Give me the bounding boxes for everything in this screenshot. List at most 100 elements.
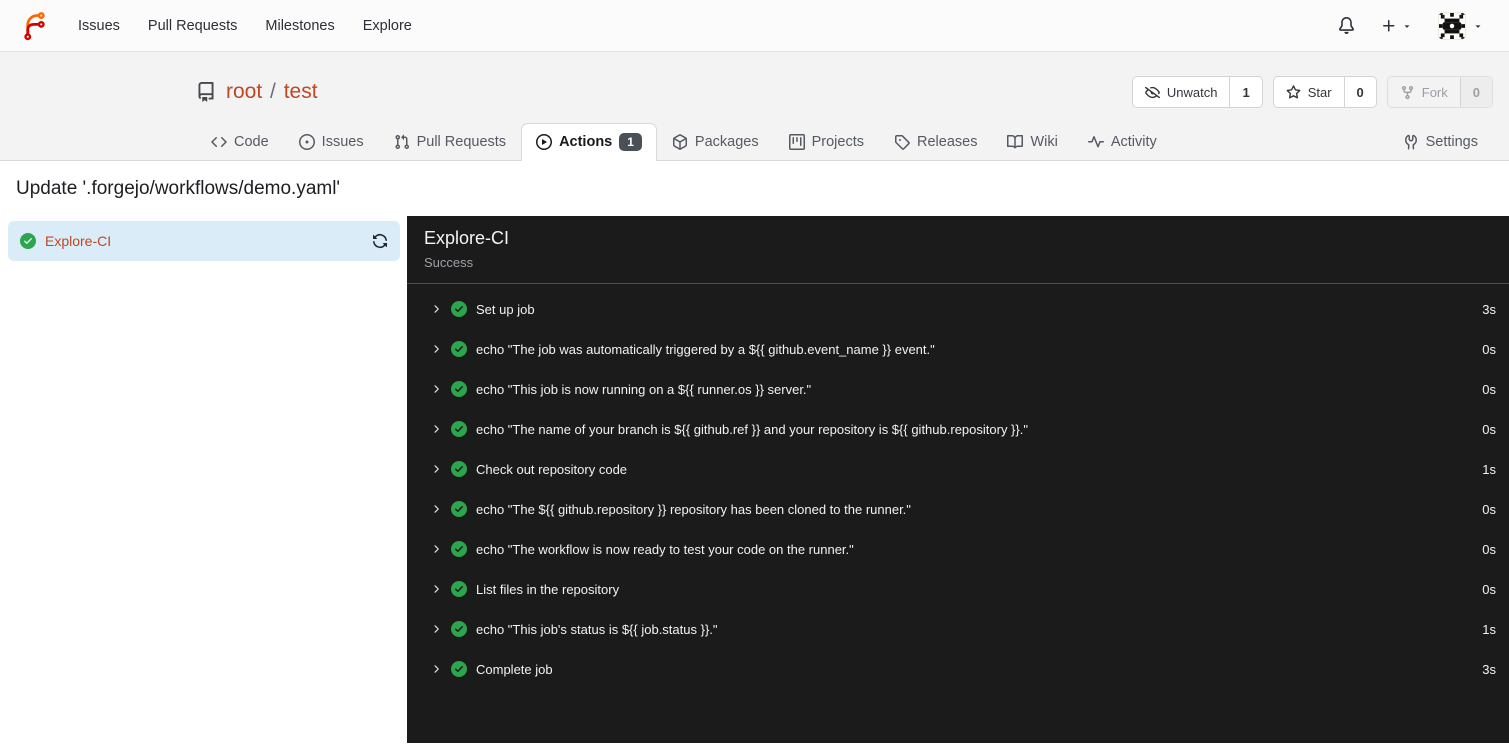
run-title: Update '.forgejo/workflows/demo.yaml' (16, 178, 341, 199)
chevron-down-icon (1475, 24, 1481, 28)
book-icon (1007, 134, 1024, 149)
check-circle-icon (451, 621, 467, 637)
run-title-section: Update '.forgejo/workflows/demo.yaml' (0, 161, 1509, 216)
stars-count[interactable]: 0 (1343, 77, 1376, 107)
step-row[interactable]: Complete job 3s (407, 649, 1509, 689)
tab-actions[interactable]: Actions 1 (521, 123, 657, 161)
plus-icon (1383, 19, 1395, 31)
fork-icon (1401, 85, 1413, 99)
tab-packages[interactable]: Packages (657, 123, 774, 160)
log-job-title: Explore-CI (424, 228, 510, 248)
nav-link-pull-requests[interactable]: Pull Requests (134, 0, 251, 52)
tab-wiki[interactable]: Wiki (992, 123, 1072, 160)
repo-owner-link[interactable]: root (226, 80, 262, 103)
step-row[interactable]: echo "This job is now running on a ${{ r… (407, 369, 1509, 409)
watchers-count[interactable]: 1 (1229, 77, 1261, 107)
repo-name-link[interactable]: test (284, 80, 318, 103)
step-duration: 1s (1482, 461, 1496, 477)
notifications-bell-icon[interactable] (1328, 9, 1365, 42)
nav-right (1328, 4, 1493, 48)
chevron-right-icon (434, 425, 439, 433)
pulse-icon (1087, 136, 1104, 148)
nav-link-milestones[interactable]: Milestones (251, 0, 348, 52)
steps-list: Set up job 3s echo "The job was automati… (407, 284, 1509, 689)
create-new-dropdown[interactable] (1371, 10, 1422, 42)
tab-code[interactable]: Code (196, 123, 284, 160)
step-row[interactable]: echo "The ${{ github.repository }} repos… (407, 489, 1509, 529)
log-header: Explore-CI Success (407, 216, 1509, 284)
check-circle-icon (451, 341, 467, 357)
star-button[interactable]: Star (1274, 77, 1344, 107)
forgejo-logo-icon[interactable] (20, 11, 50, 41)
chevron-right-icon (434, 585, 439, 593)
check-circle-icon (451, 461, 467, 477)
chevron-right-icon (434, 465, 439, 473)
repo-icon (196, 82, 216, 102)
job-name: Explore-CI (45, 233, 112, 249)
tab-projects[interactable]: Projects (774, 123, 879, 160)
step-row[interactable]: echo "The workflow is now ready to test … (407, 529, 1509, 569)
star-icon (1286, 84, 1301, 99)
step-duration: 0s (1482, 501, 1496, 517)
fork-button-group: Fork 0 (1386, 76, 1493, 108)
step-name: echo "The job was automatically triggere… (476, 341, 935, 357)
nav-link-explore[interactable]: Explore (349, 0, 426, 52)
nav-link-issues[interactable]: Issues (64, 0, 134, 52)
repo-action-buttons: Unwatch 1 Star 0 Fork 0 (1131, 76, 1493, 108)
avatar (1438, 11, 1466, 40)
job-item-explore-ci[interactable]: Explore-CI (8, 221, 400, 261)
top-navbar: Issues Pull Requests Milestones Explore (0, 0, 1509, 52)
user-menu-dropdown[interactable] (1428, 4, 1493, 48)
tab-issues[interactable]: Issues (284, 123, 379, 160)
tools-icon (1404, 134, 1417, 150)
step-duration: 0s (1482, 541, 1496, 557)
log-job-status: Success (424, 255, 474, 270)
tab-releases[interactable]: Releases (879, 123, 992, 160)
star-button-group: Star 0 (1272, 76, 1377, 108)
step-duration: 0s (1482, 581, 1496, 597)
step-name: Set up job (476, 301, 535, 317)
repo-tabs: Code Issues Pull Requests Actions 1 Pack… (0, 122, 1509, 161)
project-board-icon (788, 134, 805, 150)
tab-activity[interactable]: Activity (1073, 123, 1172, 160)
forks-count: 0 (1459, 77, 1492, 107)
unwatch-button-group: Unwatch 1 (1131, 76, 1263, 108)
step-name: Check out repository code (476, 461, 628, 477)
repo-header: root / test Unwatch 1 Star 0 Fork 0 Code… (0, 52, 1509, 161)
step-name: echo "The workflow is now ready to test … (476, 541, 854, 557)
chevron-right-icon (434, 305, 439, 313)
unwatch-button[interactable]: Unwatch (1133, 77, 1230, 107)
step-row[interactable]: echo "The name of your branch is ${{ git… (407, 409, 1509, 449)
step-row[interactable]: Set up job 3s (407, 289, 1509, 329)
job-sidebar: Explore-CI (0, 216, 407, 743)
step-row[interactable]: List files in the repository 0s (407, 569, 1509, 609)
chevron-down-icon (1404, 24, 1410, 28)
eye-closed-icon (1144, 86, 1160, 98)
check-circle-icon (451, 501, 467, 517)
check-circle-icon (451, 581, 467, 597)
step-duration: 0s (1482, 381, 1496, 397)
step-name: Complete job (476, 661, 553, 677)
tab-pull-requests[interactable]: Pull Requests (379, 123, 521, 160)
tag-icon (895, 135, 910, 150)
step-name: echo "The ${{ github.repository }} repos… (476, 501, 911, 517)
chevron-right-icon (434, 545, 439, 553)
step-row[interactable]: echo "This job's status is ${{ job.statu… (407, 609, 1509, 649)
repo-title: root / test (196, 80, 318, 104)
check-circle-icon (451, 301, 467, 317)
check-circle-icon (20, 233, 36, 249)
chevron-right-icon (434, 625, 439, 633)
actions-count-badge: 1 (619, 133, 642, 151)
repo-separator: / (270, 80, 276, 103)
issue-opened-icon (298, 134, 315, 150)
step-name: echo "This job's status is ${{ job.statu… (476, 621, 718, 637)
chevron-right-icon (434, 665, 439, 673)
log-panel: Explore-CI Success Set up job 3s echo "T… (407, 216, 1509, 743)
step-row[interactable]: echo "The job was automatically triggere… (407, 329, 1509, 369)
rerun-sync-icon[interactable] (372, 233, 388, 249)
tab-settings[interactable]: Settings (1388, 123, 1493, 160)
package-icon (672, 134, 687, 150)
check-circle-icon (451, 661, 467, 677)
step-row[interactable]: Check out repository code 1s (407, 449, 1509, 489)
chevron-right-icon (434, 505, 439, 513)
